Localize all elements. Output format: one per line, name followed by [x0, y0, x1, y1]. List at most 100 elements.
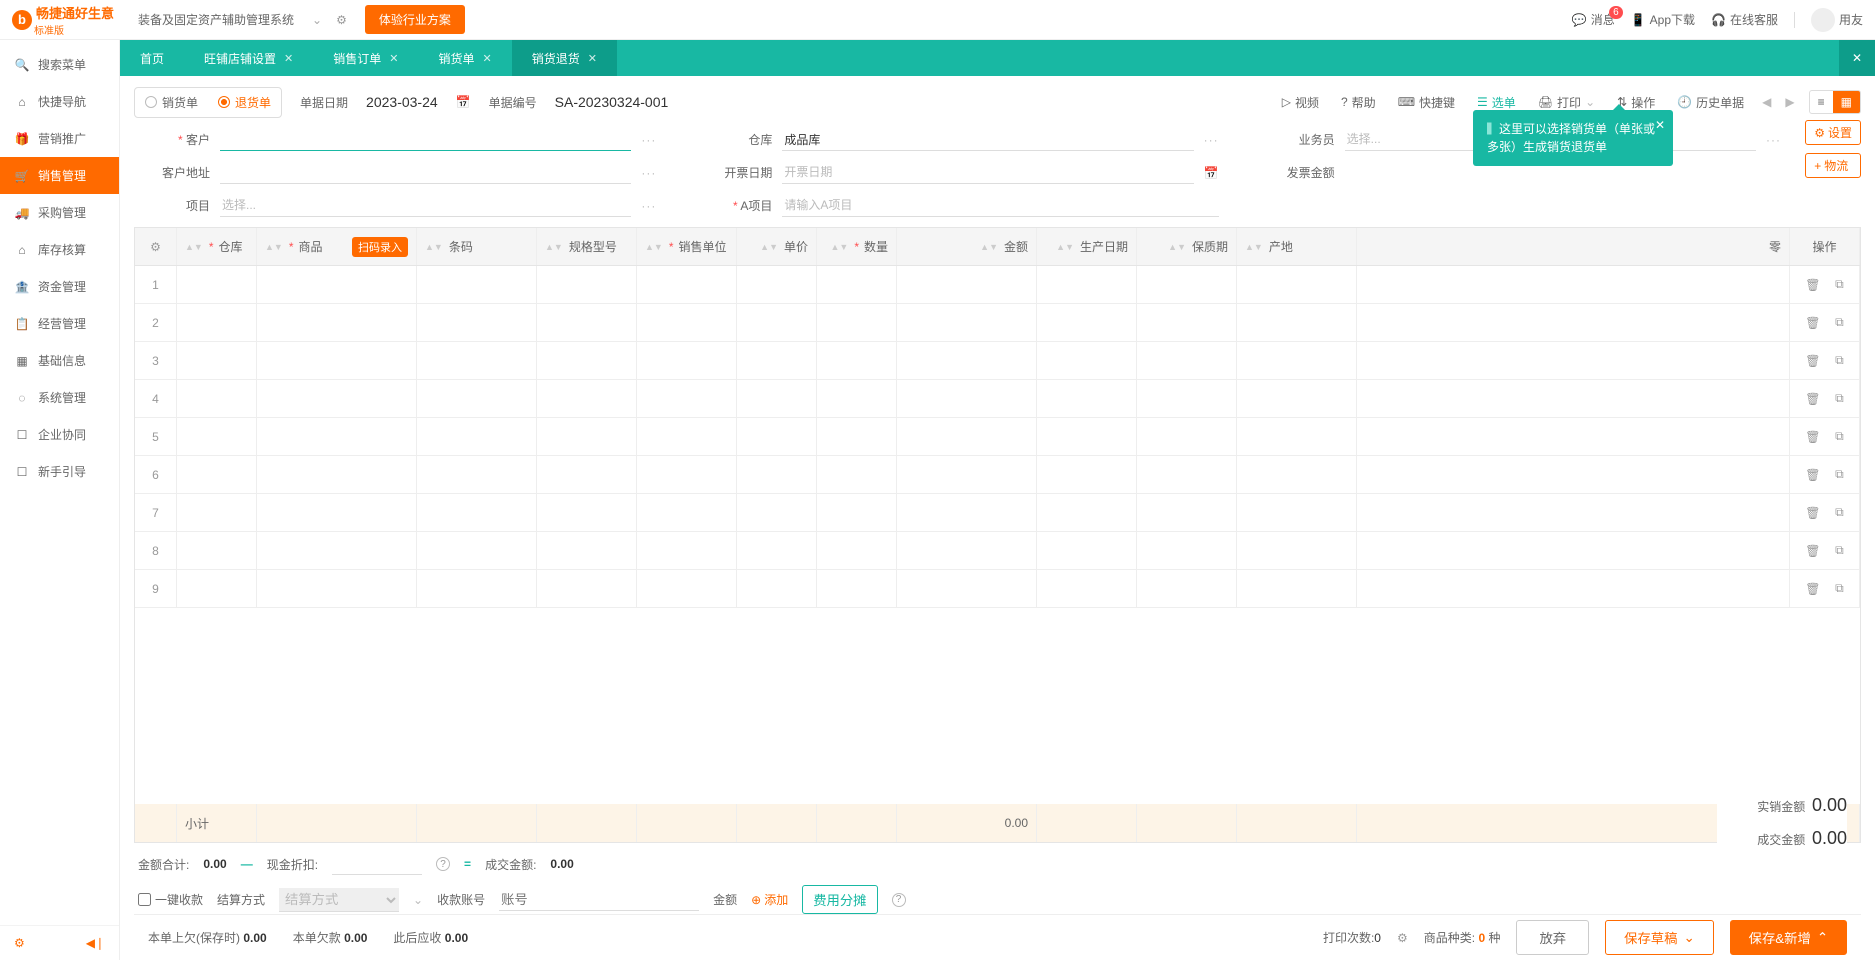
table-row[interactable]: 8🗑 ⧉ [135, 532, 1860, 570]
settings-button[interactable]: ⚙设置 [1805, 120, 1861, 145]
lookup-icon[interactable]: ··· [641, 199, 656, 213]
calendar-icon[interactable]: 📅 [456, 95, 471, 109]
cell[interactable] [417, 570, 537, 607]
cell[interactable] [1237, 266, 1357, 303]
cell[interactable] [897, 380, 1037, 417]
col-retail[interactable]: 零 [1357, 228, 1790, 265]
cell[interactable] [257, 380, 417, 417]
delete-icon[interactable]: 🗑 [1805, 354, 1820, 368]
table-row[interactable]: 9🗑 ⧉ [135, 570, 1860, 608]
delete-icon[interactable]: 🗑 [1805, 468, 1820, 482]
delete-icon[interactable]: 🗑 [1805, 430, 1820, 444]
cell[interactable] [1037, 304, 1137, 341]
delete-icon[interactable]: 🗑 [1805, 506, 1820, 520]
save-draft-button[interactable]: 保存草稿⌄ [1605, 920, 1713, 955]
cell[interactable] [257, 342, 417, 379]
cell[interactable] [537, 418, 637, 455]
cell[interactable] [737, 418, 817, 455]
delete-icon[interactable]: 🗑 [1805, 392, 1820, 406]
cell[interactable] [537, 342, 637, 379]
cell[interactable] [257, 570, 417, 607]
col-product[interactable]: ▲▼*商品扫码录入 [257, 228, 417, 265]
help-icon[interactable]: ? [436, 857, 450, 871]
cell[interactable] [257, 532, 417, 569]
sidebar-item-truck[interactable]: 🚚采购管理 [0, 194, 119, 231]
close-icon[interactable]: ✕ [1655, 116, 1665, 134]
tab-1[interactable]: 旺铺店铺设置✕ [184, 40, 313, 76]
one-click-pay[interactable]: 一键收款 [138, 891, 203, 908]
cell[interactable] [817, 304, 897, 341]
sidebar-item-team[interactable]: ☐企业协同 [0, 416, 119, 453]
cell[interactable] [177, 380, 257, 417]
logistics-button[interactable]: +物流 [1805, 153, 1861, 178]
col-price[interactable]: ▲▼单价 [737, 228, 817, 265]
cell[interactable] [537, 380, 637, 417]
close-icon[interactable]: ✕ [588, 52, 597, 65]
delete-icon[interactable]: 🗑 [1805, 582, 1820, 596]
sidebar-item-search[interactable]: 🔍搜索菜单 [0, 46, 119, 83]
sales-doc-option[interactable]: 销货单 [135, 88, 208, 117]
user-menu[interactable]: 用友 [1811, 8, 1863, 32]
cell[interactable] [817, 418, 897, 455]
delete-icon[interactable]: 🗑 [1805, 316, 1820, 330]
shortcut-button[interactable]: ⌨快捷键 [1394, 92, 1459, 113]
copy-icon[interactable]: ⧉ [1835, 543, 1844, 558]
cell[interactable] [1137, 532, 1237, 569]
lookup-icon[interactable]: ··· [1204, 133, 1219, 147]
settle-select[interactable]: 结算方式 [279, 888, 399, 912]
cell[interactable] [1237, 418, 1357, 455]
close-icon[interactable]: ✕ [284, 52, 293, 65]
cash-discount-input[interactable] [332, 853, 422, 875]
cell[interactable] [737, 380, 817, 417]
tab-0[interactable]: 首页 [120, 40, 184, 76]
sidebar-item-home[interactable]: ⌂快捷导航 [0, 83, 119, 120]
cell[interactable] [417, 494, 537, 531]
cell[interactable] [1037, 532, 1137, 569]
copy-icon[interactable]: ⧉ [1835, 467, 1844, 482]
cell[interactable] [817, 570, 897, 607]
cell[interactable] [537, 494, 637, 531]
cell[interactable] [1237, 342, 1357, 379]
cell[interactable] [1237, 304, 1357, 341]
cell[interactable] [737, 532, 817, 569]
col-unit[interactable]: ▲▼*销售单位 [637, 228, 737, 265]
cell[interactable] [637, 380, 737, 417]
col-barcode[interactable]: ▲▼条码 [417, 228, 537, 265]
cell[interactable] [637, 494, 737, 531]
messages-button[interactable]: 💬 消息 6 [1572, 11, 1615, 28]
table-row[interactable]: 1🗑 ⧉ [135, 266, 1860, 304]
fee-share-button[interactable]: 费用分摊 [802, 885, 877, 914]
cell[interactable] [417, 342, 537, 379]
cell[interactable] [1237, 456, 1357, 493]
delete-icon[interactable]: 🗑 [1805, 278, 1820, 292]
cell[interactable] [417, 418, 537, 455]
prev-doc-icon[interactable]: ◀ [1762, 95, 1771, 109]
cell[interactable] [1037, 380, 1137, 417]
view-list[interactable]: ≡ [1810, 91, 1833, 113]
cell[interactable] [417, 380, 537, 417]
cell[interactable] [1037, 456, 1137, 493]
cell[interactable] [1237, 380, 1357, 417]
sidebar-item-money[interactable]: 🏦资金管理 [0, 268, 119, 305]
cell[interactable] [257, 304, 417, 341]
next-doc-icon[interactable]: ▶ [1785, 95, 1794, 109]
cell[interactable] [177, 456, 257, 493]
cell[interactable] [637, 456, 737, 493]
cell[interactable] [637, 532, 737, 569]
scan-entry-chip[interactable]: 扫码录入 [352, 237, 408, 257]
cell[interactable] [637, 266, 737, 303]
cell[interactable] [1037, 494, 1137, 531]
copy-icon[interactable]: ⧉ [1835, 353, 1844, 368]
cell[interactable] [1237, 570, 1357, 607]
trial-button[interactable]: 体验行业方案 [365, 5, 465, 34]
cell[interactable] [897, 494, 1037, 531]
tab-2[interactable]: 销售订单✕ [313, 40, 418, 76]
help-icon[interactable]: ? [892, 893, 906, 907]
cell[interactable] [897, 304, 1037, 341]
lookup-icon[interactable]: ··· [641, 133, 656, 147]
cell[interactable] [897, 570, 1037, 607]
cell[interactable] [1357, 494, 1790, 531]
cell[interactable] [897, 342, 1037, 379]
cell[interactable] [637, 418, 737, 455]
cell[interactable] [1137, 418, 1237, 455]
